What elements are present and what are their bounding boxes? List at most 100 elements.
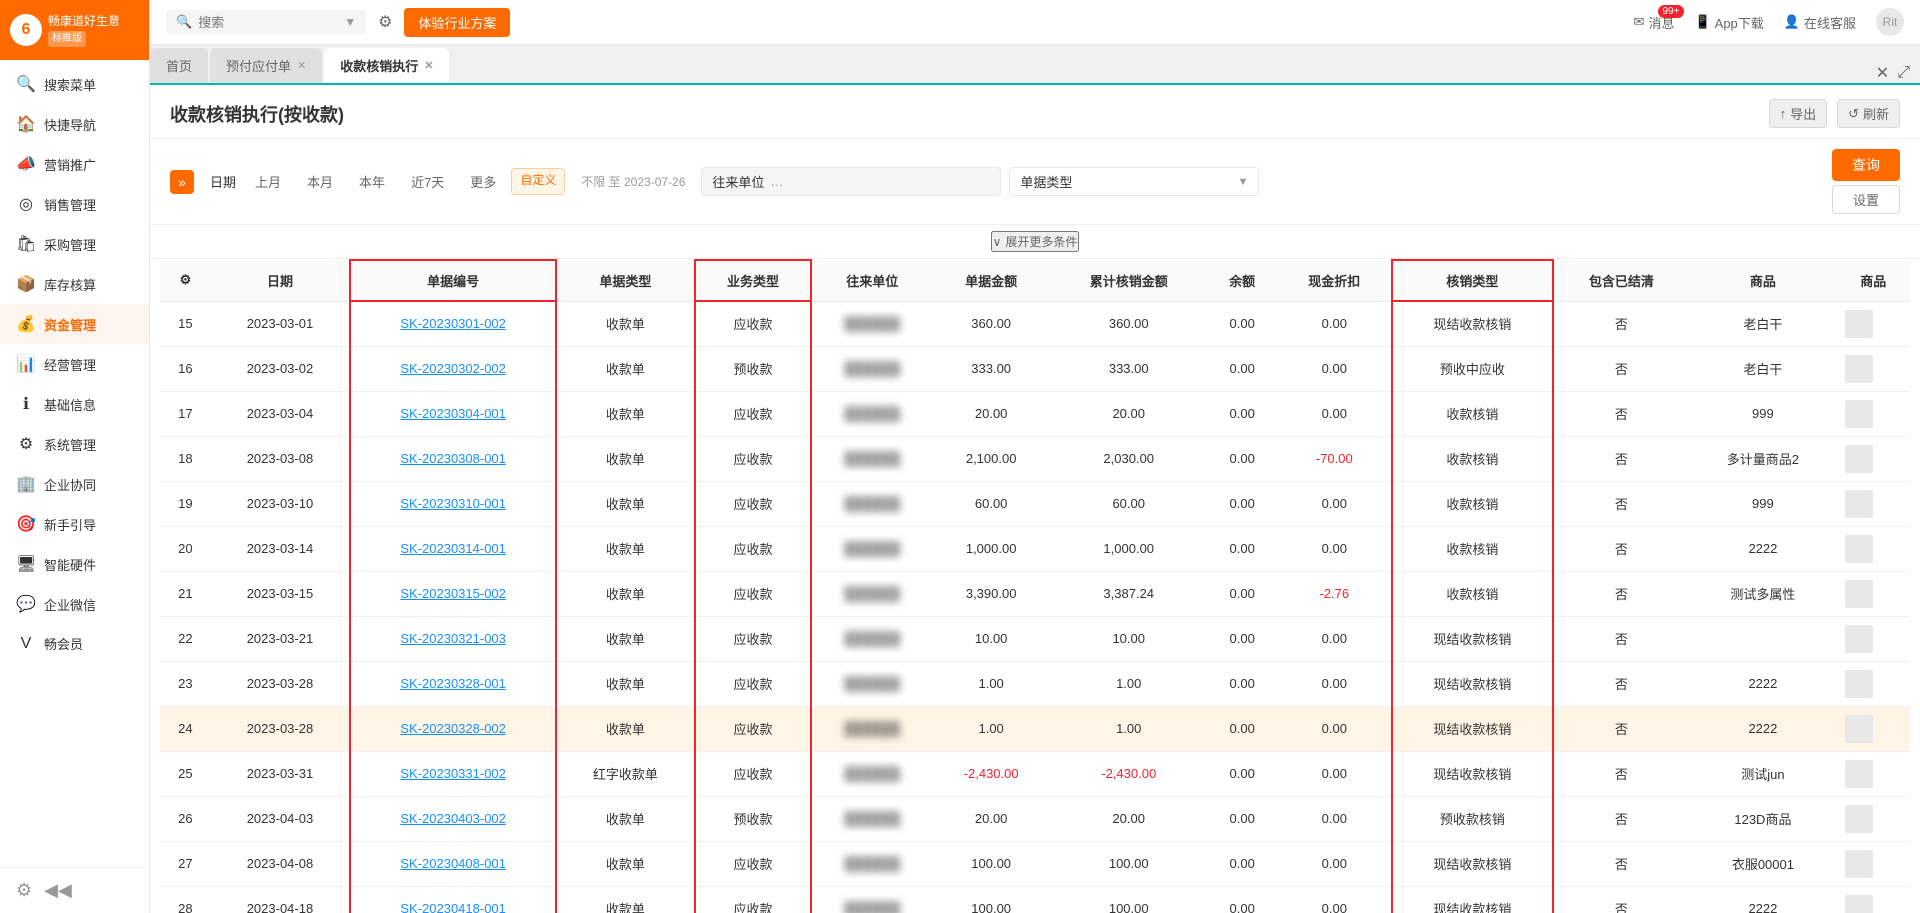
message-button[interactable]: ✉ 消息 99+ bbox=[1634, 13, 1675, 32]
cell-doc-no[interactable]: SK-20230314-001 bbox=[350, 526, 556, 571]
th-cumulative[interactable]: 累计核销金额 bbox=[1050, 260, 1207, 301]
tab-home[interactable]: 首页 bbox=[150, 48, 208, 83]
cell-doc-no[interactable]: SK-20230328-002 bbox=[350, 706, 556, 751]
table-row[interactable]: 16 2023-03-02 SK-20230302-002 收款单 预收款 ██… bbox=[160, 346, 1910, 391]
doc-no-link[interactable]: SK-20230328-001 bbox=[400, 676, 506, 691]
expand-conditions-button[interactable]: ∨ 展开更多条件 bbox=[991, 231, 1080, 252]
cell-doc-no[interactable]: SK-20230302-002 bbox=[350, 346, 556, 391]
sidebar-item-sales[interactable]: ◎ 销售管理 bbox=[0, 184, 149, 224]
sidebar-item-finance[interactable]: 💰 资金管理 bbox=[0, 304, 149, 344]
sidebar-item-guide[interactable]: 🎯 新手引导 bbox=[0, 504, 149, 544]
doc-no-link[interactable]: SK-20230331-002 bbox=[400, 766, 506, 781]
custom-btn[interactable]: 自定义 bbox=[511, 168, 565, 195]
sidebar-item-system[interactable]: ⚙ 系统管理 bbox=[0, 424, 149, 464]
sidebar-item-marketing[interactable]: 📣 营销推广 bbox=[0, 144, 149, 184]
last7-btn[interactable]: 近7天 bbox=[400, 168, 455, 195]
doc-no-link[interactable]: SK-20230403-002 bbox=[400, 811, 506, 826]
th-doc-no[interactable]: 单据编号 bbox=[350, 260, 556, 301]
tab-prepay[interactable]: 预付应付单 ✕ bbox=[210, 48, 322, 83]
maximize-icon[interactable]: ⤢ bbox=[1897, 64, 1910, 82]
more-btn[interactable]: 更多 bbox=[459, 168, 507, 195]
doc-no-link[interactable]: SK-20230308-001 bbox=[400, 451, 506, 466]
table-row[interactable]: 15 2023-03-01 SK-20230301-002 收款单 应收款 ██… bbox=[160, 301, 1910, 346]
solution-button[interactable]: 体验行业方案 bbox=[404, 8, 510, 37]
th-cancel-type[interactable]: 核销类型 bbox=[1392, 260, 1552, 301]
table-row[interactable]: 23 2023-03-28 SK-20230328-001 收款单 应收款 ██… bbox=[160, 661, 1910, 706]
doc-no-link[interactable]: SK-20230314-001 bbox=[400, 541, 506, 556]
doc-no-link[interactable]: SK-20230310-001 bbox=[400, 496, 506, 511]
sidebar-item-operations[interactable]: 📊 经营管理 bbox=[0, 344, 149, 384]
sidebar-item-wechat[interactable]: 💬 企业微信 bbox=[0, 584, 149, 624]
doc-type-select[interactable]: 单据类型 ▼ bbox=[1009, 167, 1259, 196]
sidebar-item-search[interactable]: 🔍 搜索菜单 bbox=[0, 64, 149, 104]
doc-no-link[interactable]: SK-20230301-002 bbox=[400, 316, 506, 331]
th-settings[interactable]: ⚙ bbox=[160, 260, 211, 301]
cell-doc-no[interactable]: SK-20230408-001 bbox=[350, 841, 556, 886]
cell-doc-no[interactable]: SK-20230403-002 bbox=[350, 796, 556, 841]
search-input[interactable] bbox=[198, 15, 338, 30]
sidebar-item-member[interactable]: V 畅会员 bbox=[0, 624, 149, 663]
table-row[interactable]: 24 2023-03-28 SK-20230328-002 收款单 应收款 ██… bbox=[160, 706, 1910, 751]
settings-button[interactable]: 设置 bbox=[1832, 185, 1900, 214]
cell-doc-no[interactable]: SK-20230331-002 bbox=[350, 751, 556, 796]
app-download-button[interactable]: 📱 App下载 bbox=[1694, 13, 1763, 32]
search-bar[interactable]: 🔍 ▼ bbox=[166, 10, 366, 34]
table-row[interactable]: 22 2023-03-21 SK-20230321-003 收款单 应收款 ██… bbox=[160, 616, 1910, 661]
last-month-btn[interactable]: 上月 bbox=[244, 168, 292, 195]
th-partner[interactable]: 往来单位 bbox=[811, 260, 932, 301]
doc-no-link[interactable]: SK-20230328-002 bbox=[400, 721, 506, 736]
th-product2[interactable]: 商品 bbox=[1837, 260, 1911, 301]
sidebar-item-quicknav[interactable]: 🏠 快捷导航 bbox=[0, 104, 149, 144]
cell-doc-no[interactable]: SK-20230321-003 bbox=[350, 616, 556, 661]
doc-no-link[interactable]: SK-20230304-001 bbox=[400, 406, 506, 421]
th-doc-type[interactable]: 单据类型 bbox=[556, 260, 694, 301]
export-button[interactable]: ↑ 导出 bbox=[1769, 99, 1828, 128]
table-row[interactable]: 28 2023-04-18 SK-20230418-001 收款单 应收款 ██… bbox=[160, 886, 1910, 913]
doc-no-link[interactable]: SK-20230418-001 bbox=[400, 901, 506, 913]
avatar[interactable]: Rit bbox=[1876, 8, 1904, 36]
query-button[interactable]: 查询 bbox=[1832, 149, 1900, 181]
this-year-btn[interactable]: 本年 bbox=[348, 168, 396, 195]
th-amount[interactable]: 单据金额 bbox=[932, 260, 1050, 301]
table-row[interactable]: 21 2023-03-15 SK-20230315-002 收款单 应收款 ██… bbox=[160, 571, 1910, 616]
filter-toggle-button[interactable]: » bbox=[170, 170, 194, 194]
table-row[interactable]: 18 2023-03-08 SK-20230308-001 收款单 应收款 ██… bbox=[160, 436, 1910, 481]
cell-doc-no[interactable]: SK-20230328-001 bbox=[350, 661, 556, 706]
cell-doc-no[interactable]: SK-20230315-002 bbox=[350, 571, 556, 616]
cell-doc-no[interactable]: SK-20230304-001 bbox=[350, 391, 556, 436]
table-row[interactable]: 17 2023-03-04 SK-20230304-001 收款单 应收款 ██… bbox=[160, 391, 1910, 436]
topbar-gear-icon[interactable]: ⚙ bbox=[378, 12, 392, 32]
sidebar-item-enterprise[interactable]: 🏢 企业协同 bbox=[0, 464, 149, 504]
cell-doc-no[interactable]: SK-20230418-001 bbox=[350, 886, 556, 913]
doc-no-link[interactable]: SK-20230321-003 bbox=[400, 631, 506, 646]
th-product[interactable]: 商品 bbox=[1689, 260, 1836, 301]
tab-collection-close[interactable]: ✕ bbox=[424, 59, 433, 72]
th-include-settled[interactable]: 包含已结清 bbox=[1553, 260, 1690, 301]
table-row[interactable]: 25 2023-03-31 SK-20230331-002 红字收款单 应收款 … bbox=[160, 751, 1910, 796]
tab-prepay-close[interactable]: ✕ bbox=[297, 59, 306, 72]
doc-no-link[interactable]: SK-20230315-002 bbox=[400, 586, 506, 601]
doc-no-link[interactable]: SK-20230302-002 bbox=[400, 361, 506, 376]
doc-no-link[interactable]: SK-20230408-001 bbox=[400, 856, 506, 871]
cell-doc-no[interactable]: SK-20230310-001 bbox=[350, 481, 556, 526]
table-row[interactable]: 20 2023-03-14 SK-20230314-001 收款单 应收款 ██… bbox=[160, 526, 1910, 571]
th-balance[interactable]: 余额 bbox=[1207, 260, 1277, 301]
collapse-icon[interactable]: ◀◀ bbox=[44, 880, 72, 901]
cell-doc-no[interactable]: SK-20230301-002 bbox=[350, 301, 556, 346]
table-row[interactable]: 26 2023-04-03 SK-20230403-002 收款单 预收款 ██… bbox=[160, 796, 1910, 841]
online-service-button[interactable]: 👤 在线客服 bbox=[1784, 13, 1856, 32]
cell-doc-no[interactable]: SK-20230308-001 bbox=[350, 436, 556, 481]
settings-icon[interactable]: ⚙ bbox=[16, 880, 32, 901]
partner-input-wrap[interactable]: 往来单位 … bbox=[701, 167, 1001, 196]
th-date[interactable]: 日期 bbox=[211, 260, 350, 301]
close-tab-icon[interactable]: ✕ bbox=[1876, 63, 1889, 83]
sidebar-item-hardware[interactable]: 🖥 智能硬件 bbox=[0, 544, 149, 584]
th-biz-type[interactable]: 业务类型 bbox=[695, 260, 812, 301]
sidebar-item-purchase[interactable]: 🛍 采购管理 bbox=[0, 224, 149, 264]
this-month-btn[interactable]: 本月 bbox=[296, 168, 344, 195]
tab-collection[interactable]: 收款核销执行 ✕ bbox=[324, 48, 449, 83]
sidebar-item-inventory[interactable]: 📦 库存核算 bbox=[0, 264, 149, 304]
th-cash-discount[interactable]: 现金折扣 bbox=[1277, 260, 1392, 301]
refresh-button[interactable]: ↺ 刷新 bbox=[1837, 99, 1900, 128]
table-row[interactable]: 27 2023-04-08 SK-20230408-001 收款单 应收款 ██… bbox=[160, 841, 1910, 886]
